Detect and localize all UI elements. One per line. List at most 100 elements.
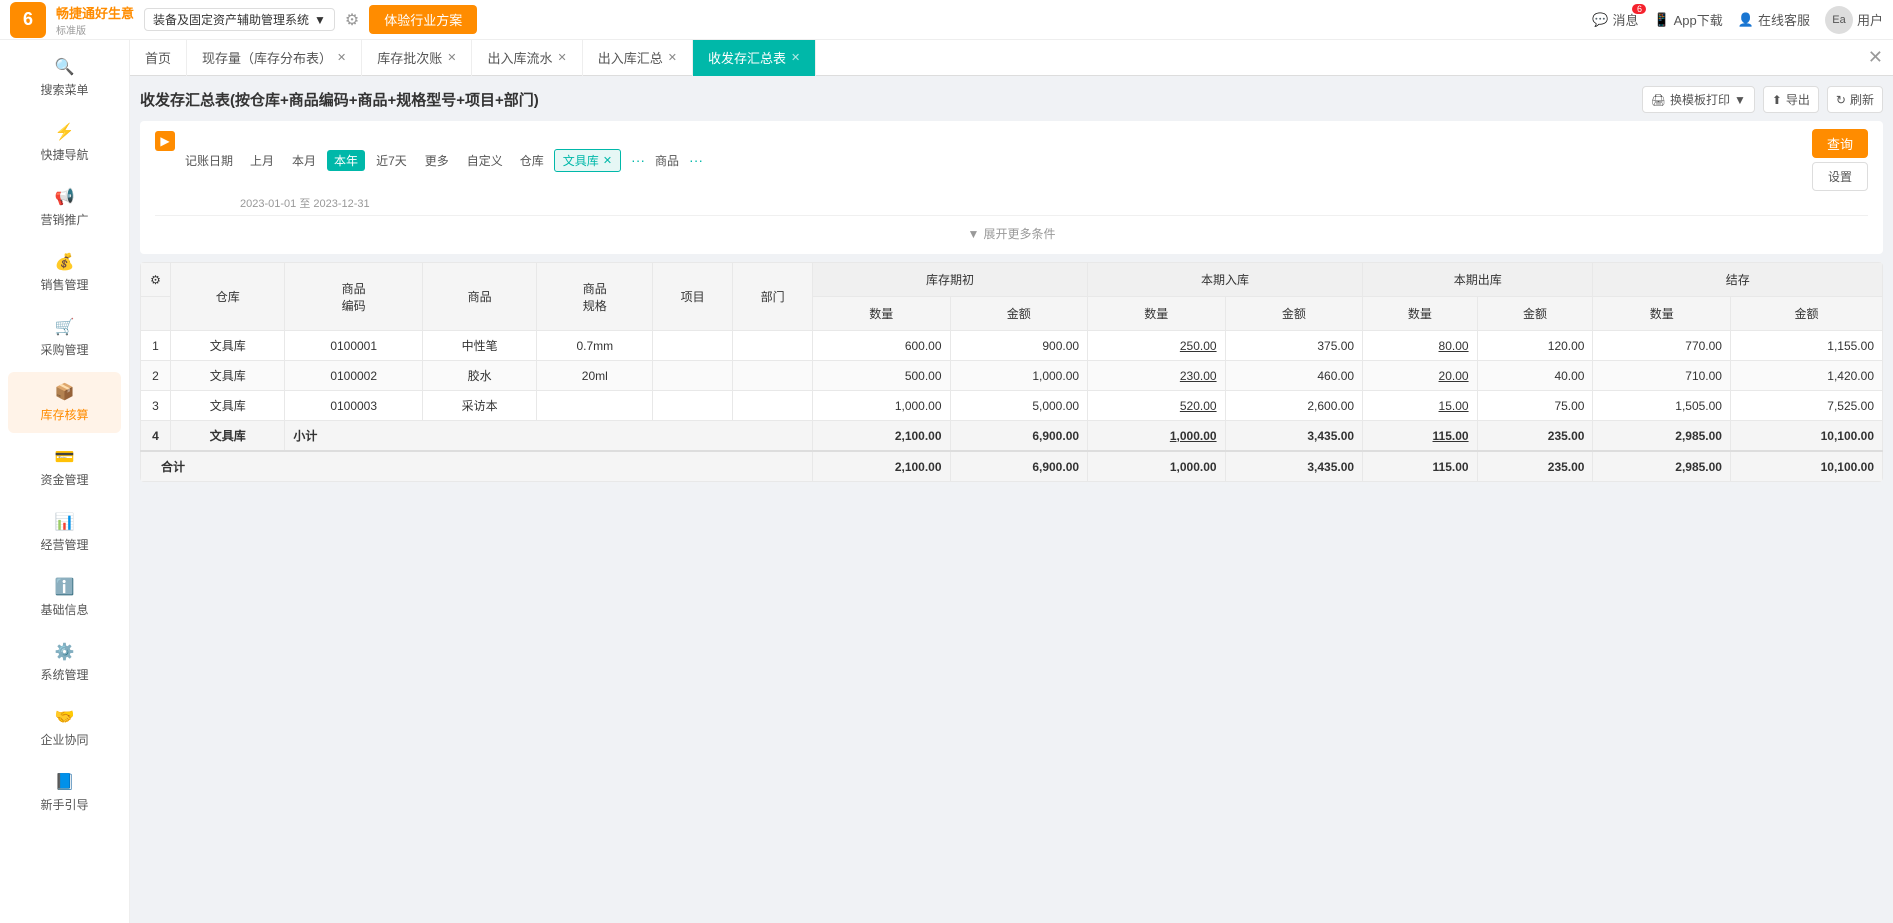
- tab-receivable[interactable]: 收发存汇总表 ✕: [693, 40, 816, 76]
- th-project: 项目: [653, 263, 733, 331]
- sidebar-item-search[interactable]: 🔍 搜索菜单: [8, 47, 121, 108]
- date-btn-custom[interactable]: 自定义: [460, 150, 510, 171]
- sidebar-item-system[interactable]: ⚙️ 系统管理: [8, 632, 121, 693]
- row2-bal-amt: 1,420.00: [1730, 361, 1882, 391]
- row2-out-amt: 40.00: [1477, 361, 1593, 391]
- tab-inout[interactable]: 出入库流水 ✕: [472, 40, 582, 76]
- sidebar-item-purchase[interactable]: 🛒 采购管理: [8, 307, 121, 368]
- warehouse-tag-text: 文具库: [563, 152, 599, 169]
- user-btn[interactable]: Ea 用户: [1825, 6, 1883, 34]
- export-button[interactable]: ⬆ 导出: [1763, 86, 1819, 113]
- row2-project: [653, 361, 733, 391]
- th-stock-init: 库存期初: [813, 263, 1088, 297]
- th-gear: ⚙: [141, 263, 171, 297]
- trial-button[interactable]: 体验行业方案: [369, 5, 477, 34]
- row1-in-qty[interactable]: 250.00: [1088, 331, 1226, 361]
- row1-code: 0100001: [285, 331, 423, 361]
- expand-conditions-row: ▼ 展开更多条件: [155, 215, 1868, 246]
- total-in-amt: 3,435.00: [1225, 451, 1363, 482]
- tab-inout-label: 出入库流水: [487, 48, 552, 67]
- sidebar-item-marketing[interactable]: 📢 营销推广: [8, 177, 121, 238]
- app-name: 畅捷通好生意 标准版: [56, 3, 134, 37]
- sidebar-label-basicinfo: 基础信息: [40, 601, 88, 618]
- top-header: 6 畅捷通好生意 标准版 装备及固定资产辅助管理系统 ▼ ⚙ 体验行业方案 💬 …: [0, 0, 1893, 40]
- subtotal-in-amt: 3,435.00: [1225, 421, 1363, 452]
- filter-collapse-btn[interactable]: ▶: [155, 131, 175, 151]
- query-button[interactable]: 查询: [1812, 129, 1868, 158]
- row1-out-qty[interactable]: 80.00: [1363, 331, 1477, 361]
- refresh-button[interactable]: ↻ 刷新: [1827, 86, 1883, 113]
- sidebar-item-quicknav[interactable]: ⚡ 快捷导航: [8, 112, 121, 173]
- online-service-btn[interactable]: 👤 在线客服: [1738, 10, 1810, 29]
- user-label: 用户: [1857, 10, 1883, 29]
- date-btn-more[interactable]: 更多: [418, 150, 456, 171]
- sidebar-item-guide[interactable]: 📘 新手引导: [8, 762, 121, 823]
- table-row: 3 文具库 0100003 采访本 1,000.00 5,000.00 520.…: [141, 391, 1883, 421]
- date-btn-last-month[interactable]: 上月: [243, 150, 281, 171]
- total-bal-qty: 2,985.00: [1593, 451, 1731, 482]
- sidebar-label-purchase: 采购管理: [40, 341, 88, 358]
- warehouse-dots[interactable]: ···: [631, 152, 645, 168]
- message-icon: 💬: [1592, 12, 1608, 28]
- system-icon: ⚙️: [55, 642, 75, 662]
- settings-button[interactable]: 设置: [1812, 162, 1868, 191]
- sidebar-label-system: 系统管理: [40, 666, 88, 683]
- sidebar-item-inventory[interactable]: 📦 库存核算: [8, 372, 121, 433]
- sidebar-item-finance[interactable]: 💳 资金管理: [8, 437, 121, 498]
- print-button[interactable]: 🖨 换模板打印 ▼: [1642, 86, 1755, 113]
- sidebar-item-collab[interactable]: 🤝 企业协同: [8, 697, 121, 758]
- tab-batch-close[interactable]: ✕: [447, 51, 456, 64]
- sidebar-item-basicinfo[interactable]: ℹ️ 基础信息: [8, 567, 121, 628]
- page-title: 收发存汇总表(按仓库+商品编码+商品+规格型号+项目+部门): [140, 89, 539, 110]
- sidebar-label-search: 搜索菜单: [40, 81, 88, 98]
- sidebar-item-sales[interactable]: 💰 销售管理: [8, 242, 121, 303]
- subtotal-label: 小计: [285, 421, 813, 452]
- row2-out-qty[interactable]: 20.00: [1363, 361, 1477, 391]
- date-label: 记账日期: [185, 152, 233, 169]
- collab-icon: 🤝: [55, 707, 75, 727]
- subtotal-in-qty[interactable]: 1,000.00: [1088, 421, 1226, 452]
- filter-main-row: 记账日期 上月 本月 本年 近7天 更多 自定义 仓库: [185, 129, 1868, 191]
- row1-init-amt: 900.00: [950, 331, 1088, 361]
- tab-home[interactable]: 首页: [130, 40, 187, 76]
- tab-batch[interactable]: 库存批次账 ✕: [362, 40, 472, 76]
- sidebar-item-operations[interactable]: 📊 经营管理: [8, 502, 121, 563]
- warehouse-tag-close[interactable]: ✕: [603, 154, 612, 167]
- tab-stock-close[interactable]: ✕: [337, 51, 346, 64]
- row3-out-qty[interactable]: 15.00: [1363, 391, 1477, 421]
- gear-icon[interactable]: ⚙: [345, 10, 359, 30]
- expand-conditions-btn[interactable]: ▼ 展开更多条件: [968, 225, 1056, 242]
- date-btn-this-month[interactable]: 本月: [285, 150, 323, 171]
- tab-summary-close[interactable]: ✕: [668, 51, 677, 64]
- row3-goods: 采访本: [422, 391, 536, 421]
- row1-project: [653, 331, 733, 361]
- total-in-qty: 1,000.00: [1088, 451, 1226, 482]
- date-btn-this-year[interactable]: 本年: [327, 150, 365, 171]
- header-left: 6 畅捷通好生意 标准版 装备及固定资产辅助管理系统 ▼ ⚙ 体验行业方案: [10, 2, 477, 38]
- total-label: 合计: [141, 451, 813, 482]
- tab-inout-close[interactable]: ✕: [558, 51, 567, 64]
- subtotal-out-qty[interactable]: 115.00: [1363, 421, 1477, 452]
- th-goods: 商品: [422, 263, 536, 331]
- app-download-btn[interactable]: 📱 App下载: [1653, 10, 1722, 29]
- guide-icon: 📘: [55, 772, 75, 792]
- row2-goods: 胶水: [422, 361, 536, 391]
- row3-no: 3: [141, 391, 171, 421]
- row3-in-qty[interactable]: 520.00: [1088, 391, 1226, 421]
- close-all-tabs[interactable]: ✕: [1858, 47, 1893, 68]
- tab-summary[interactable]: 出入库汇总 ✕: [583, 40, 693, 76]
- system-selector[interactable]: 装备及固定资产辅助管理系统 ▼: [144, 8, 335, 31]
- goods-dots[interactable]: ···: [689, 152, 703, 168]
- sales-icon: 💰: [55, 252, 75, 272]
- message-btn[interactable]: 💬 消息 6: [1592, 10, 1638, 29]
- row2-in-qty[interactable]: 230.00: [1088, 361, 1226, 391]
- row3-warehouse: 文具库: [171, 391, 285, 421]
- row1-init-qty: 600.00: [813, 331, 951, 361]
- row3-bal-qty: 1,505.00: [1593, 391, 1731, 421]
- tab-receivable-close[interactable]: ✕: [791, 51, 800, 64]
- subtotal-init-qty: 2,100.00: [813, 421, 951, 452]
- tab-stock[interactable]: 现存量（库存分布表） ✕: [187, 40, 362, 76]
- date-btn-7days[interactable]: 近7天: [369, 150, 414, 171]
- data-table-wrap: ⚙ 仓库 商品编码 商品 商品规格 项目 部门 库存期初 本期入库 本期出库 结…: [140, 262, 1883, 482]
- row1-in-amt: 375.00: [1225, 331, 1363, 361]
